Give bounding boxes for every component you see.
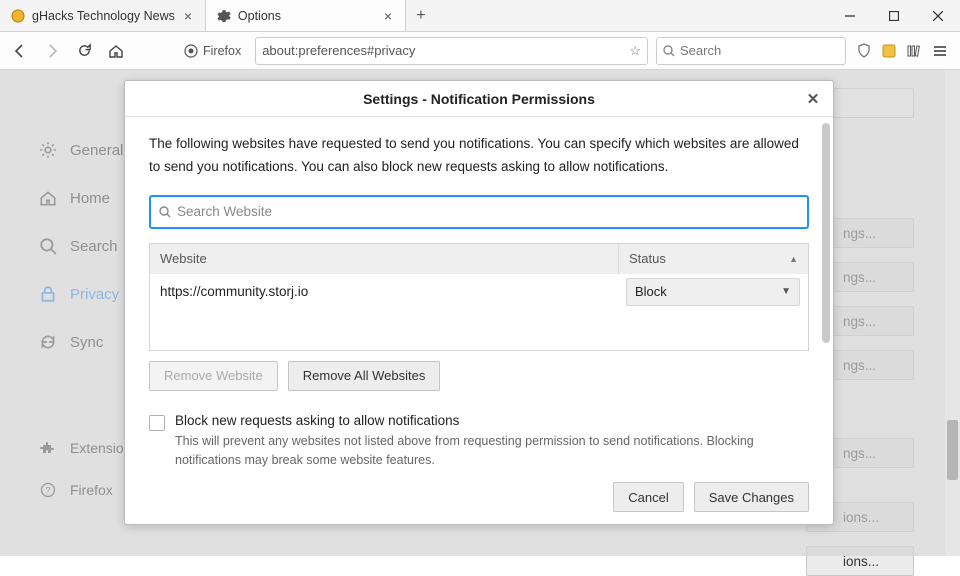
bookmark-star-icon[interactable]: ☆ <box>629 43 641 59</box>
block-new-requests-checkbox[interactable] <box>149 415 165 431</box>
toolbar-end <box>850 43 954 59</box>
tab-label: gHacks Technology News <box>32 9 175 23</box>
reload-button[interactable] <box>70 37 98 65</box>
search-placeholder: Search Website <box>177 204 272 219</box>
forward-button[interactable] <box>38 37 66 65</box>
search-box[interactable]: Search <box>656 37 846 65</box>
scrollbar-thumb[interactable] <box>947 420 958 480</box>
checkbox-description: This will prevent any websites not liste… <box>175 432 809 470</box>
cancel-button[interactable]: Cancel <box>613 482 683 512</box>
url-text: about:preferences#privacy <box>262 43 415 58</box>
dialog-body: The following websites have requested to… <box>125 117 833 524</box>
dialog-footer: Cancel Save Changes <box>149 482 809 512</box>
remove-all-websites-button[interactable]: Remove All Websites <box>288 361 441 391</box>
navbar: Firefox about:preferences#privacy ☆ Sear… <box>0 32 960 70</box>
identity-box[interactable]: Firefox <box>178 44 247 58</box>
gear-icon <box>216 8 232 24</box>
permissions-table: Website Status▲ https://community.storj.… <box>149 243 809 351</box>
tab-strip: gHacks Technology News × Options × + <box>0 0 436 31</box>
checkbox-label: Block new requests asking to allow notif… <box>175 413 809 428</box>
search-icon <box>663 45 675 57</box>
remove-website-button[interactable]: Remove Website <box>149 361 278 391</box>
save-changes-button[interactable]: Save Changes <box>694 482 809 512</box>
block-new-requests-row: Block new requests asking to allow notif… <box>149 413 809 470</box>
column-website[interactable]: Website <box>150 251 618 266</box>
search-website-input[interactable]: Search Website <box>149 195 809 229</box>
dialog-scrollbar[interactable] <box>822 123 830 343</box>
search-placeholder: Search <box>680 43 721 58</box>
dialog-description: The following websites have requested to… <box>149 133 809 179</box>
dialog-title: Settings - Notification Permissions <box>363 91 595 107</box>
status-select[interactable]: Block ▼ <box>626 278 800 306</box>
search-icon <box>159 206 171 218</box>
dialog-title-bar: Settings - Notification Permissions ✕ <box>125 81 833 117</box>
remove-button-row: Remove Website Remove All Websites <box>149 361 809 391</box>
close-icon[interactable]: × <box>381 9 395 23</box>
table-row[interactable]: https://community.storj.io Block ▼ <box>150 274 808 310</box>
new-tab-button[interactable]: + <box>406 0 436 31</box>
close-icon[interactable]: × <box>181 9 195 23</box>
dialog-close-button[interactable]: ✕ <box>803 89 823 109</box>
menu-icon[interactable] <box>932 43 948 59</box>
maximize-button[interactable] <box>872 0 916 32</box>
home-button[interactable] <box>102 37 130 65</box>
firefox-icon <box>184 44 198 58</box>
page-scrollbar[interactable] <box>945 70 960 556</box>
extension-icon[interactable] <box>882 44 896 58</box>
table-header: Website Status▲ <box>150 244 808 274</box>
url-bar[interactable]: about:preferences#privacy ☆ <box>255 37 648 65</box>
column-status[interactable]: Status▲ <box>618 244 808 274</box>
chevron-down-icon: ▼ <box>781 286 791 297</box>
library-icon[interactable] <box>906 43 922 59</box>
tab-label: Options <box>238 9 375 23</box>
favicon-ghacks <box>10 8 26 24</box>
row-website: https://community.storj.io <box>150 284 618 299</box>
notification-permissions-dialog: Settings - Notification Permissions ✕ Th… <box>124 80 834 525</box>
close-window-button[interactable] <box>916 0 960 32</box>
tab-ghacks[interactable]: gHacks Technology News × <box>0 0 206 31</box>
titlebar: gHacks Technology News × Options × + <box>0 0 960 32</box>
table-empty-space <box>150 310 808 350</box>
minimize-button[interactable] <box>828 0 872 32</box>
back-button[interactable] <box>6 37 34 65</box>
status-value: Block <box>635 284 667 299</box>
window-controls <box>828 0 960 31</box>
tab-options[interactable]: Options × <box>206 0 406 31</box>
shield-icon[interactable] <box>856 43 872 59</box>
sort-icon: ▲ <box>789 254 798 264</box>
identity-label: Firefox <box>203 44 241 58</box>
